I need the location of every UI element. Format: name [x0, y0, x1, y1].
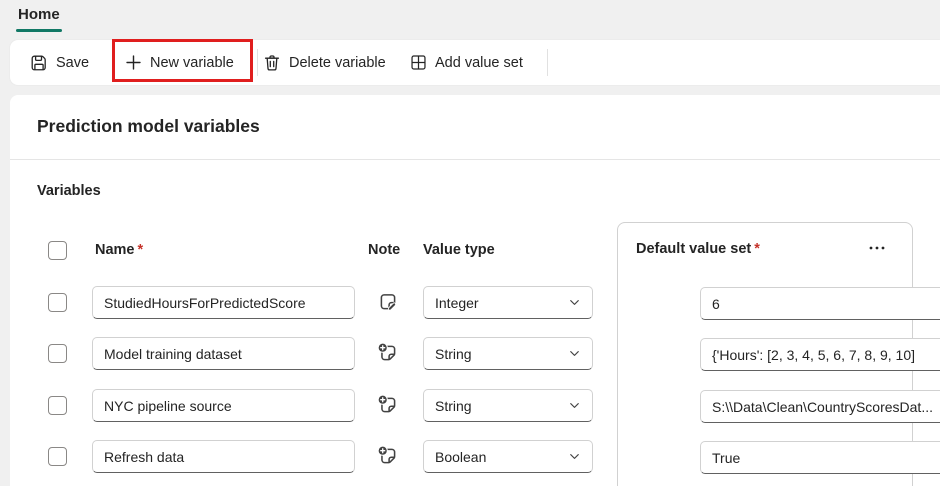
- active-tab-indicator: [16, 29, 62, 32]
- grid-icon: [409, 53, 428, 72]
- value-type-select[interactable]: Boolean: [423, 440, 593, 473]
- row-checkbox[interactable]: [48, 447, 67, 466]
- note-add-icon[interactable]: [377, 445, 399, 467]
- note-add-icon[interactable]: [377, 342, 399, 364]
- row-checkbox[interactable]: [48, 396, 67, 415]
- select-all-checkbox[interactable]: [48, 241, 67, 260]
- new-variable-button-label: New variable: [150, 55, 234, 71]
- name-input[interactable]: [92, 337, 355, 370]
- more-options-icon[interactable]: [863, 237, 891, 259]
- add-value-set-button[interactable]: Add value set: [409, 40, 523, 85]
- title-divider: [10, 159, 940, 160]
- row-checkbox[interactable]: [48, 293, 67, 312]
- plus-icon: [124, 53, 143, 72]
- default-value-input[interactable]: [700, 338, 940, 371]
- section-title: Variables: [37, 183, 101, 199]
- chevron-down-icon: [567, 449, 582, 464]
- name-input[interactable]: [92, 440, 355, 473]
- column-header-name: Name*: [95, 242, 143, 258]
- name-input[interactable]: [92, 389, 355, 422]
- default-value-input[interactable]: [700, 287, 940, 320]
- default-value-input[interactable]: [700, 390, 940, 423]
- value-type-select[interactable]: Integer: [423, 286, 593, 319]
- add-value-set-button-label: Add value set: [435, 55, 523, 71]
- name-input[interactable]: [92, 286, 355, 319]
- column-header-default-value-set: Default value set*: [636, 241, 760, 257]
- app-root: Home Save New variable: [0, 0, 940, 486]
- toolbar-separator: [547, 49, 548, 76]
- required-asterisk: *: [138, 242, 144, 258]
- toolbar-separator: [257, 49, 258, 76]
- value-type-select[interactable]: String: [423, 337, 593, 370]
- save-button-label: Save: [56, 55, 89, 71]
- chevron-down-icon: [567, 295, 582, 310]
- default-value-set-panel: Default value set*: [617, 222, 913, 486]
- chevron-down-icon: [567, 346, 582, 361]
- note-edit-icon[interactable]: [377, 291, 399, 313]
- new-variable-button[interactable]: New variable: [124, 40, 234, 85]
- column-header-note: Note: [368, 242, 400, 258]
- value-type-value: Boolean: [435, 449, 486, 465]
- chevron-down-icon: [567, 398, 582, 413]
- trash-icon: [262, 53, 282, 73]
- delete-variable-button[interactable]: Delete variable: [262, 40, 386, 85]
- delete-variable-button-label: Delete variable: [289, 55, 386, 71]
- save-icon: [29, 53, 49, 73]
- value-type-select[interactable]: String: [423, 389, 593, 422]
- note-add-icon[interactable]: [377, 394, 399, 416]
- toolbar: Save New variable Delete variable: [10, 40, 940, 85]
- value-type-value: String: [435, 398, 472, 414]
- column-header-value-type: Value type: [423, 242, 495, 258]
- content-card: Prediction model variables Variables Nam…: [10, 95, 940, 486]
- row-checkbox[interactable]: [48, 344, 67, 363]
- required-asterisk: *: [754, 241, 760, 257]
- save-button[interactable]: Save: [29, 40, 89, 85]
- value-type-value: String: [435, 346, 472, 362]
- default-value-input[interactable]: [700, 441, 940, 474]
- value-type-value: Integer: [435, 295, 479, 311]
- tab-home[interactable]: Home: [18, 6, 60, 23]
- page-title: Prediction model variables: [37, 116, 260, 137]
